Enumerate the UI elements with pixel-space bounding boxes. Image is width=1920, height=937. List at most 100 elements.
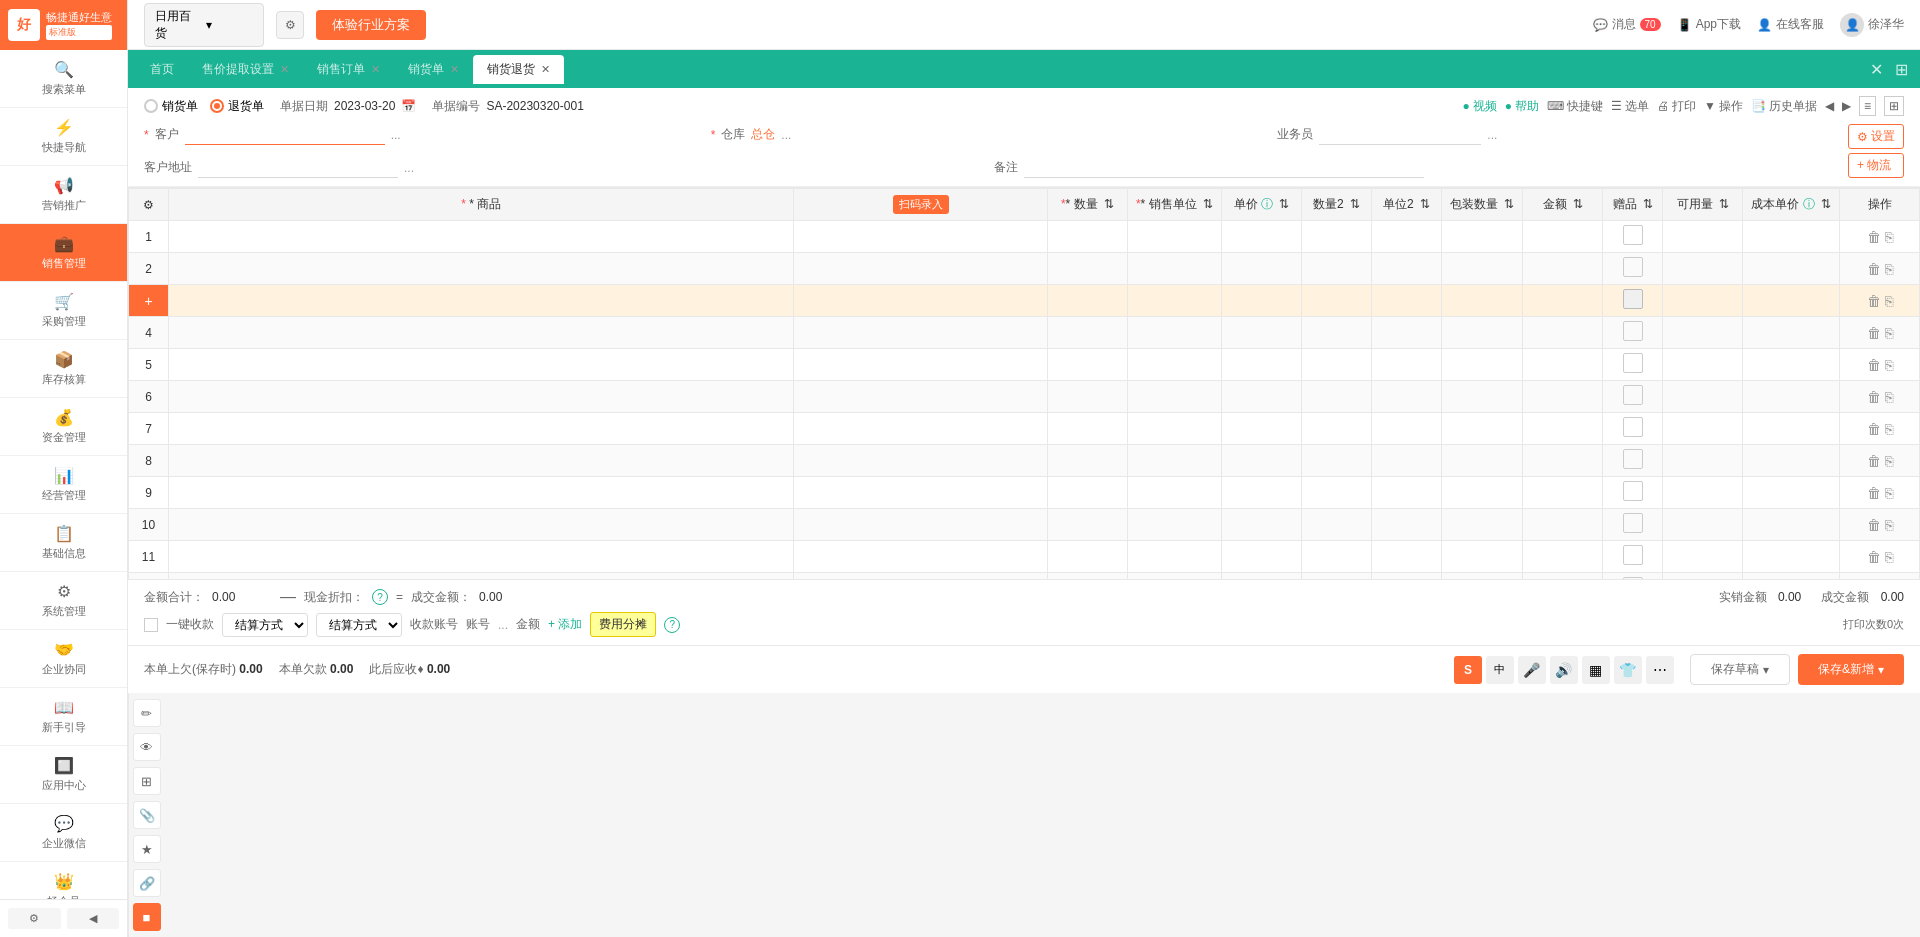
goods-input-3[interactable] xyxy=(177,294,785,308)
action-shortcut[interactable]: ⌨ 快捷键 xyxy=(1547,98,1603,115)
draft-chevron[interactable]: ▾ xyxy=(1763,663,1769,677)
pkgqty-cell-7[interactable] xyxy=(1441,413,1522,445)
gift-cell-8[interactable] xyxy=(1603,445,1663,477)
remark-input[interactable] xyxy=(1024,157,1424,178)
calculation-method-select[interactable]: 结算方式 xyxy=(316,613,402,637)
sidebar-item-inventory[interactable]: 📦 库存核算 xyxy=(0,340,127,398)
right-btn-edit[interactable]: ✏ xyxy=(133,699,161,727)
unit2-cell-10[interactable] xyxy=(1371,509,1441,541)
sidebar-item-wechat[interactable]: 💬 企业微信 xyxy=(0,804,127,862)
unit2-cell-1[interactable] xyxy=(1371,221,1441,253)
unit-cell-11[interactable] xyxy=(1127,541,1221,573)
goods-cell-9[interactable] xyxy=(169,477,794,509)
amount-cell-6[interactable] xyxy=(1523,381,1603,413)
delete-row-btn-8[interactable]: 🗑 xyxy=(1867,453,1881,469)
amount-cell-9[interactable] xyxy=(1523,477,1603,509)
delete-row-btn-6[interactable]: 🗑 xyxy=(1867,389,1881,405)
settlement-method-select[interactable]: 结算方式 xyxy=(222,613,308,637)
avail-cell-5[interactable] xyxy=(1663,349,1743,381)
gift-checkbox-10[interactable] xyxy=(1623,513,1643,533)
scan-input-btn[interactable]: 扫码录入 xyxy=(893,195,949,214)
qty2-cell-2[interactable] xyxy=(1301,253,1371,285)
action-help[interactable]: ● 帮助 xyxy=(1505,98,1539,115)
unit-cell-8[interactable] xyxy=(1127,445,1221,477)
goods-cell-6[interactable] xyxy=(169,381,794,413)
cost-cell-5[interactable] xyxy=(1743,349,1840,381)
gift-checkbox-9[interactable] xyxy=(1623,481,1643,501)
unit2-cell-11[interactable] xyxy=(1371,541,1441,573)
qty2-cell-1[interactable] xyxy=(1301,221,1371,253)
unit2-cell-2[interactable] xyxy=(1371,253,1441,285)
gift-cell-5[interactable] xyxy=(1603,349,1663,381)
gift-cell-7[interactable] xyxy=(1603,413,1663,445)
action-select[interactable]: ☰ 选单 xyxy=(1611,98,1649,115)
pkgqty-cell-10[interactable] xyxy=(1441,509,1522,541)
cost-cell-2[interactable] xyxy=(1743,253,1840,285)
amount-sort[interactable]: ⇅ xyxy=(1573,197,1583,211)
tab-sales-order-close[interactable]: ✕ xyxy=(371,63,380,76)
price-cell-11[interactable] xyxy=(1221,541,1301,573)
delete-row-btn-3[interactable]: 🗑 xyxy=(1867,293,1881,309)
sidebar-collapse-btn[interactable]: ◀ xyxy=(67,908,120,929)
col-header-gear[interactable]: ⚙ xyxy=(129,189,169,221)
copy-row-btn-1[interactable]: ⎘ xyxy=(1885,229,1893,245)
gift-cell-1[interactable] xyxy=(1603,221,1663,253)
fee-split-btn[interactable]: 费用分摊 xyxy=(590,612,656,637)
sidebar-item-sales[interactable]: 💼 销售管理 xyxy=(0,224,127,282)
one-click-checkbox[interactable] xyxy=(144,618,158,632)
col-header-scan[interactable]: 扫码录入 xyxy=(794,189,1048,221)
sidebar-item-shortcuts[interactable]: ⚡ 快捷导航 xyxy=(0,108,127,166)
delete-row-btn-9[interactable]: 🗑 xyxy=(1867,485,1881,501)
unit-cell-3[interactable] xyxy=(1127,285,1221,317)
avail-sort[interactable]: ⇅ xyxy=(1719,197,1729,211)
gift-sort[interactable]: ⇅ xyxy=(1643,197,1653,211)
online-service-btn[interactable]: 👤 在线客服 xyxy=(1757,16,1824,33)
goods-cell-1[interactable] xyxy=(169,221,794,253)
fee-info-icon[interactable]: ? xyxy=(664,617,680,633)
salesperson-picker[interactable]: ... xyxy=(1487,128,1497,142)
pkgqty-cell-2[interactable] xyxy=(1441,253,1522,285)
sidebar-item-system[interactable]: ⚙ 系统管理 xyxy=(0,572,127,630)
view-toggle-grid[interactable]: ⊞ xyxy=(1884,96,1904,116)
right-btn-orange[interactable]: ■ xyxy=(133,903,161,931)
tab-sales-return[interactable]: 销货退货 ✕ xyxy=(473,55,564,84)
delete-row-btn-7[interactable]: 🗑 xyxy=(1867,421,1881,437)
tool-voice[interactable]: 🔊 xyxy=(1550,656,1578,684)
salesperson-input[interactable] xyxy=(1319,124,1481,145)
delete-row-btn-10[interactable]: 🗑 xyxy=(1867,517,1881,533)
goods-cell-8[interactable] xyxy=(169,445,794,477)
gift-cell-9[interactable] xyxy=(1603,477,1663,509)
tool-barcode[interactable]: ▦ xyxy=(1582,656,1610,684)
gift-cell-3[interactable] xyxy=(1603,285,1663,317)
unit-cell-7[interactable] xyxy=(1127,413,1221,445)
delete-row-btn-4[interactable]: 🗑 xyxy=(1867,325,1881,341)
price-cell-4[interactable] xyxy=(1221,317,1301,349)
sidebar-item-guide[interactable]: 📖 新手引导 xyxy=(0,688,127,746)
address-input[interactable] xyxy=(198,157,398,178)
trial-plan-button[interactable]: 体验行业方案 xyxy=(316,10,426,40)
qty2-cell-5[interactable] xyxy=(1301,349,1371,381)
qty2-cell-6[interactable] xyxy=(1301,381,1371,413)
unit-cell-5[interactable] xyxy=(1127,349,1221,381)
unit-cell-9[interactable] xyxy=(1127,477,1221,509)
radio-delivery[interactable]: 销货单 xyxy=(144,98,198,115)
qty-sort[interactable]: ⇅ xyxy=(1104,197,1114,211)
save-new-btn[interactable]: 保存&新增 ▾ xyxy=(1798,654,1904,685)
qty2-cell-4[interactable] xyxy=(1301,317,1371,349)
price-cell-7[interactable] xyxy=(1221,413,1301,445)
tab-price-setting[interactable]: 售价提取设置 ✕ xyxy=(188,55,303,84)
discount-info-icon[interactable]: ? xyxy=(372,589,388,605)
action-operate[interactable]: ▼ 操作 xyxy=(1704,98,1743,115)
goods-cell-11[interactable] xyxy=(169,541,794,573)
warehouse-picker[interactable]: ... xyxy=(781,128,791,142)
copy-row-btn-9[interactable]: ⎘ xyxy=(1885,485,1893,501)
qty-cell-4[interactable] xyxy=(1047,317,1127,349)
cost-cell-6[interactable] xyxy=(1743,381,1840,413)
gift-cell-2[interactable] xyxy=(1603,253,1663,285)
qty-cell-10[interactable] xyxy=(1047,509,1127,541)
avail-cell-8[interactable] xyxy=(1663,445,1743,477)
gift-checkbox-11[interactable] xyxy=(1623,545,1643,565)
amount-cell-8[interactable] xyxy=(1523,445,1603,477)
sidebar-item-finance[interactable]: 💰 资金管理 xyxy=(0,398,127,456)
customer-input[interactable] xyxy=(185,124,385,145)
